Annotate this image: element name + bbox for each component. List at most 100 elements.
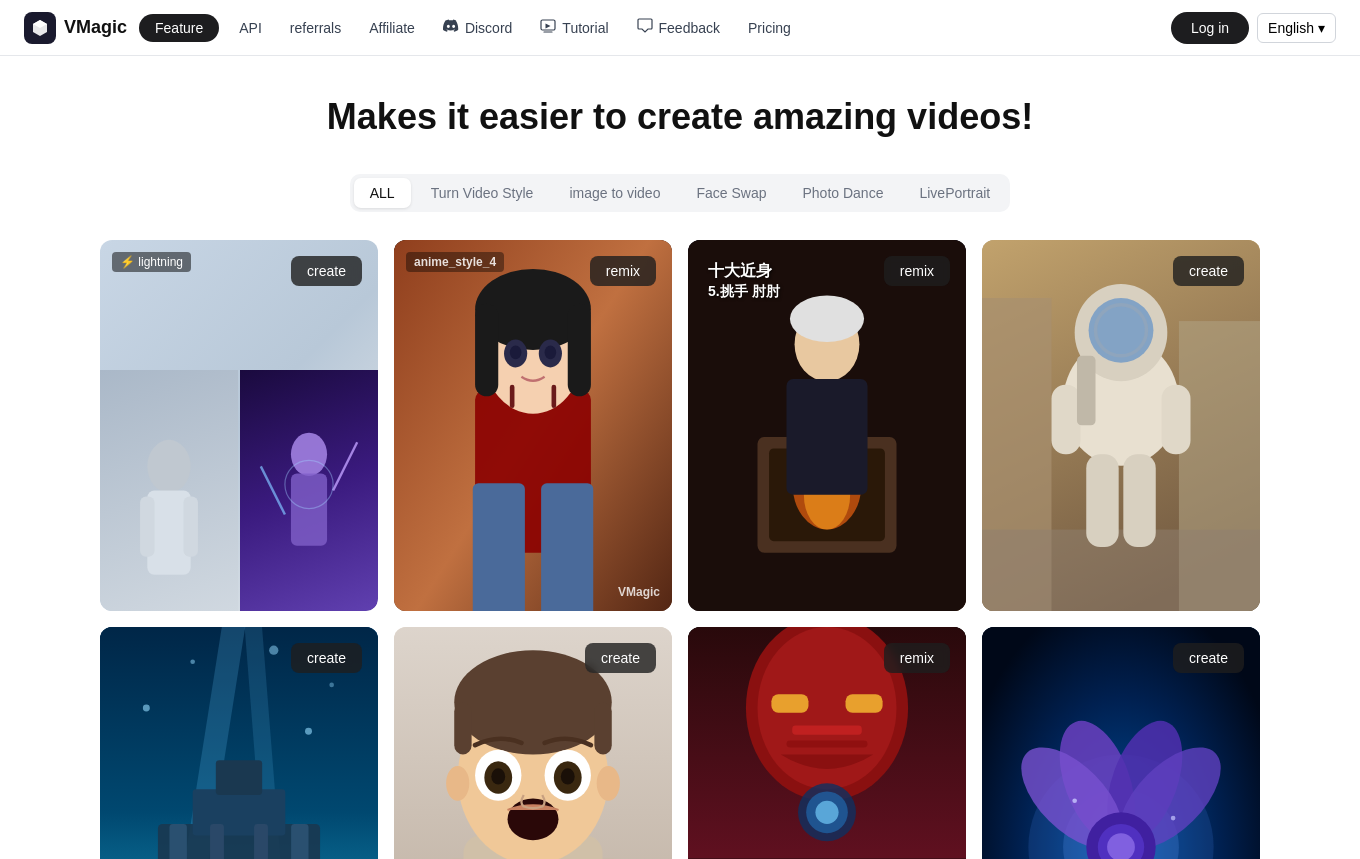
svg-rect-52 xyxy=(170,824,187,859)
card-6-button[interactable]: create xyxy=(585,643,656,673)
api-link[interactable]: API xyxy=(227,14,274,42)
tab-all[interactable]: ALL xyxy=(354,178,411,208)
svg-rect-5 xyxy=(183,496,197,556)
card-7-button[interactable]: remix xyxy=(884,643,950,673)
svg-point-75 xyxy=(491,768,505,784)
feature-button[interactable]: Feature xyxy=(139,14,219,42)
svg-point-57 xyxy=(190,659,195,664)
video-card-7[interactable]: remix xyxy=(688,627,966,859)
svg-rect-85 xyxy=(786,740,867,747)
svg-point-76 xyxy=(561,768,575,784)
card-3-overlay: 十大近身 5.挑手 肘肘 xyxy=(708,260,780,302)
svg-rect-53 xyxy=(291,824,308,859)
svg-rect-40 xyxy=(1052,385,1081,455)
svg-rect-18 xyxy=(568,304,591,397)
tab-liveportrait[interactable]: LivePortrait xyxy=(903,178,1006,208)
feedback-link[interactable]: Feedback xyxy=(625,12,732,43)
svg-point-6 xyxy=(291,432,327,475)
referrals-link[interactable]: referrals xyxy=(278,14,353,42)
svg-point-66 xyxy=(446,766,469,801)
svg-rect-54 xyxy=(210,824,224,859)
video-card-3[interactable]: 十大近身 5.挑手 肘肘 remix xyxy=(688,240,966,611)
svg-rect-24 xyxy=(552,385,557,408)
svg-rect-41 xyxy=(1162,385,1191,455)
svg-rect-43 xyxy=(1123,454,1155,547)
svg-rect-7 xyxy=(291,473,327,545)
main-content: Makes it easier to create amazing videos… xyxy=(80,56,1280,859)
feedback-label: Feedback xyxy=(659,20,720,36)
card-4-button[interactable]: create xyxy=(1173,256,1244,286)
tutorial-label: Tutorial xyxy=(562,20,608,36)
svg-point-58 xyxy=(305,727,312,734)
video-card-5[interactable]: create xyxy=(100,627,378,859)
svg-rect-55 xyxy=(254,824,268,859)
svg-point-88 xyxy=(815,800,838,823)
svg-line-8 xyxy=(261,466,285,514)
svg-rect-51 xyxy=(216,760,262,795)
video-card-6[interactable]: create xyxy=(394,627,672,859)
svg-rect-31 xyxy=(786,379,867,495)
card-3-button[interactable]: remix xyxy=(884,256,950,286)
card-2-tag: anime_style_4 xyxy=(406,252,504,272)
tab-photo-dance[interactable]: Photo Dance xyxy=(787,178,900,208)
svg-rect-69 xyxy=(454,702,471,754)
tab-face-swap[interactable]: Face Swap xyxy=(680,178,782,208)
language-selector[interactable]: English ▾ xyxy=(1257,13,1336,43)
svg-point-2 xyxy=(147,440,190,493)
svg-point-21 xyxy=(510,345,522,359)
svg-rect-44 xyxy=(1077,356,1096,426)
svg-point-32 xyxy=(790,296,864,342)
video-card-4[interactable]: create xyxy=(982,240,1260,611)
feedback-icon xyxy=(637,18,653,37)
discord-label: Discord xyxy=(465,20,512,36)
svg-point-22 xyxy=(545,345,557,359)
logo-link[interactable]: VMagic xyxy=(24,12,127,44)
navbar: VMagic Feature API referrals Affiliate D… xyxy=(0,0,1360,56)
svg-rect-14 xyxy=(541,483,593,610)
card-8-button[interactable]: create xyxy=(1173,643,1244,673)
svg-rect-70 xyxy=(594,702,611,754)
svg-rect-42 xyxy=(1086,454,1118,547)
tutorial-icon xyxy=(540,18,556,37)
language-label: English xyxy=(1268,20,1314,36)
card-2-watermark: VMagic xyxy=(618,585,660,599)
svg-rect-50 xyxy=(193,789,286,835)
video-card-2[interactable]: anime_style_4 VMagic remix xyxy=(394,240,672,611)
svg-rect-36 xyxy=(982,530,1260,611)
svg-rect-84 xyxy=(792,725,862,734)
filter-tabs: ALL Turn Video Style image to video Face… xyxy=(350,174,1011,212)
svg-point-56 xyxy=(143,704,150,711)
svg-rect-17 xyxy=(475,304,498,397)
discord-link[interactable]: Discord xyxy=(431,12,524,43)
svg-point-107 xyxy=(1072,798,1077,803)
card-3-line2: 5.挑手 肘肘 xyxy=(708,282,780,302)
card-2-button[interactable]: remix xyxy=(590,256,656,286)
login-button[interactable]: Log in xyxy=(1171,12,1249,44)
svg-point-108 xyxy=(1171,815,1176,820)
svg-point-59 xyxy=(329,682,334,687)
svg-point-39 xyxy=(1089,298,1154,363)
video-card-1[interactable]: ⚡ lightning create xyxy=(100,240,378,611)
card-1-button[interactable]: create xyxy=(291,256,362,286)
svg-rect-13 xyxy=(473,483,525,610)
chevron-down-icon: ▾ xyxy=(1318,20,1325,36)
card-1-tag: ⚡ lightning xyxy=(112,252,191,272)
video-grid: ⚡ lightning create xyxy=(100,240,1260,859)
video-card-8[interactable]: create xyxy=(982,627,1260,859)
card-5-button[interactable]: create xyxy=(291,643,362,673)
tab-turn-video-style[interactable]: Turn Video Style xyxy=(415,178,550,208)
tutorial-link[interactable]: Tutorial xyxy=(528,12,620,43)
svg-point-67 xyxy=(597,766,620,801)
affiliate-link[interactable]: Affiliate xyxy=(357,14,427,42)
svg-rect-82 xyxy=(771,694,808,713)
pricing-link[interactable]: Pricing xyxy=(736,14,803,42)
svg-rect-23 xyxy=(510,385,515,408)
logo-text: VMagic xyxy=(64,17,127,38)
card-3-line1: 十大近身 xyxy=(708,260,780,282)
svg-line-9 xyxy=(333,442,357,490)
discord-icon xyxy=(443,18,459,37)
logo-icon xyxy=(24,12,56,44)
tab-image-to-video[interactable]: image to video xyxy=(553,178,676,208)
svg-point-60 xyxy=(269,645,278,654)
hero-title: Makes it easier to create amazing videos… xyxy=(100,96,1260,138)
